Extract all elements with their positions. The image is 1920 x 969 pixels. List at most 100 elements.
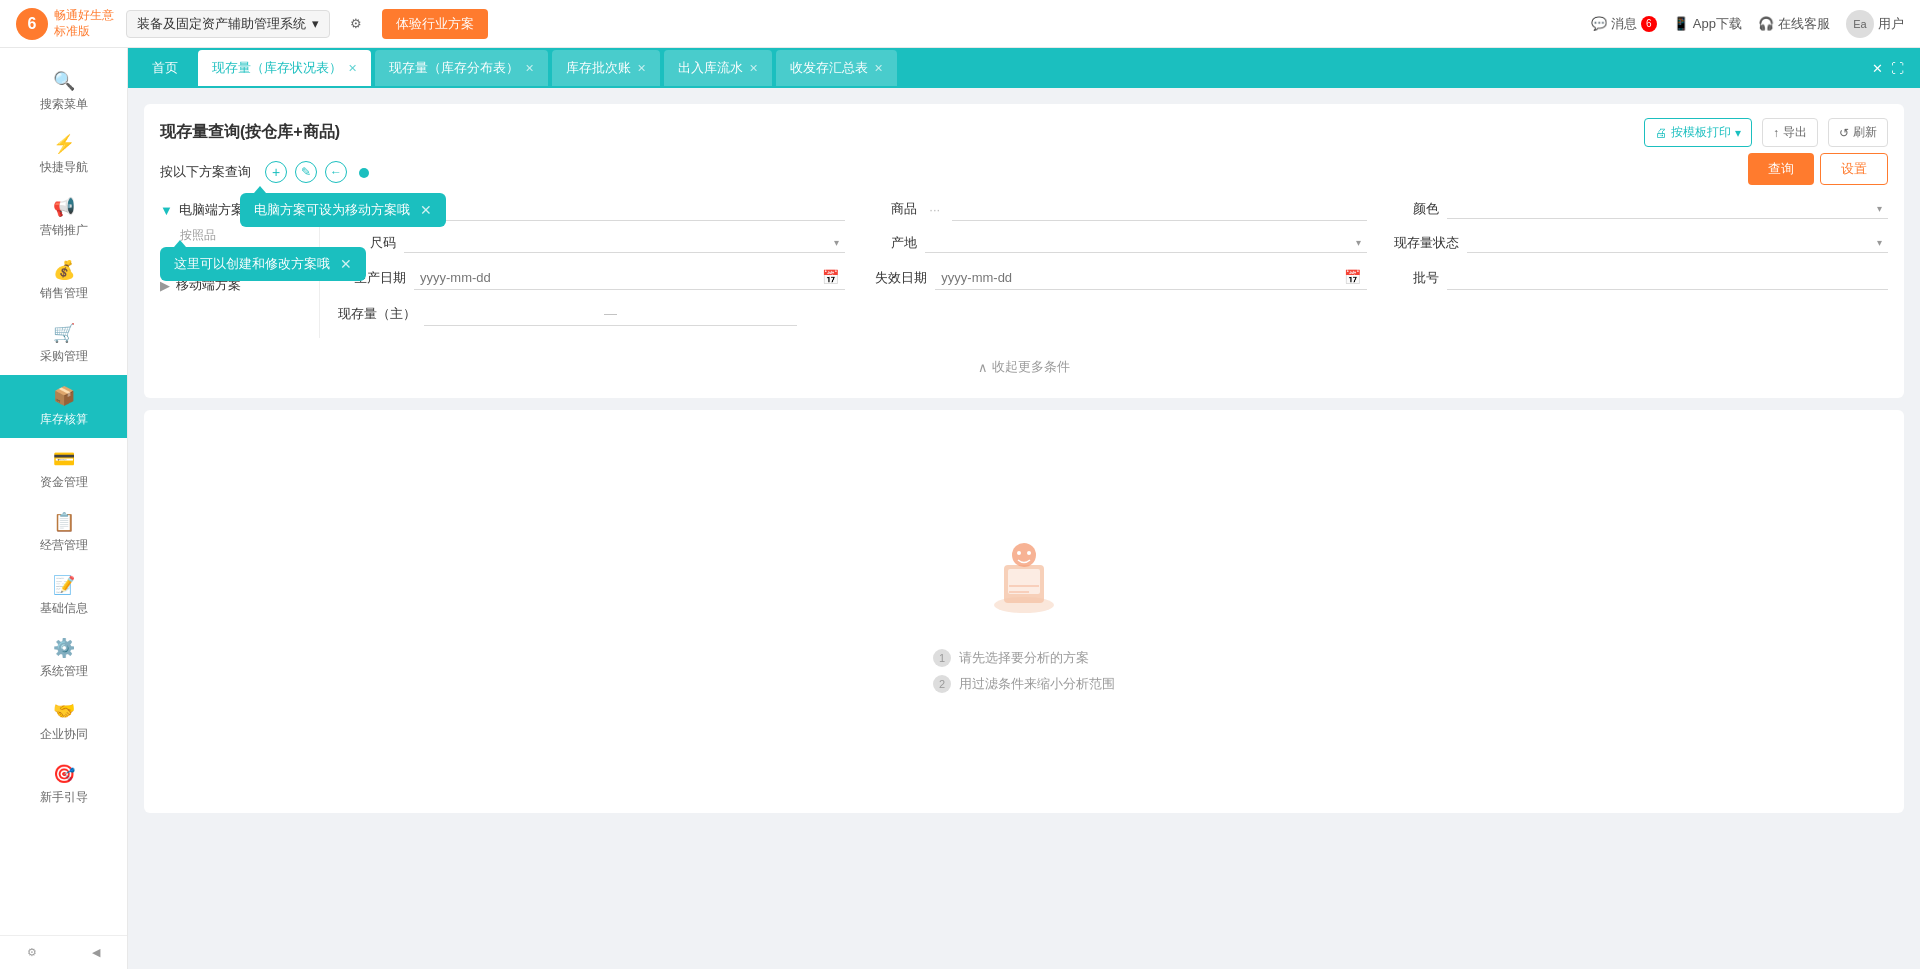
settings-bottom-icon: ⚙ — [27, 946, 37, 959]
sidebar-item-basic-info[interactable]: 📝 基础信息 — [0, 564, 127, 627]
online-support-item[interactable]: 🎧 在线客服 — [1758, 15, 1830, 33]
target-icon: 🎯 — [53, 763, 75, 785]
step-num-2: 2 — [933, 675, 951, 693]
stock-status-select[interactable]: ▾ — [1467, 233, 1888, 253]
sidebar-item-system[interactable]: ⚙️ 系统管理 — [0, 627, 127, 690]
stock-qty-range: — — [424, 302, 797, 326]
origin-select[interactable]: ▾ — [925, 233, 1366, 253]
main-content: 现存量查询(按仓库+商品) 🖨 按模板打印 ▾ ↑ 导出 — [128, 88, 1920, 969]
tab-close-icon[interactable]: ✕ — [637, 62, 646, 75]
top-bar-right: 💬 消息 6 📱 App下载 🎧 在线客服 Ea 用户 — [1591, 10, 1904, 38]
stock-qty-from[interactable] — [430, 306, 598, 321]
money-icon: 💰 — [53, 259, 75, 281]
filter-label: 按以下方案查询 — [160, 163, 251, 181]
filter-row-2: 尺码 ▾ 产地 ▾ — [336, 233, 1888, 253]
arrow-left-icon: ← — [330, 165, 342, 179]
tab-actions: ✕ ⛶ — [1872, 61, 1912, 76]
tab-close-all-icon[interactable]: ✕ — [1872, 61, 1883, 76]
expiry-date-input[interactable]: 📅 — [935, 265, 1366, 290]
phone-icon: 📱 — [1673, 16, 1689, 31]
dropdown-arrow-icon: ▾ — [1735, 126, 1741, 140]
filter-field-production-date: 生产日期 📅 — [336, 265, 845, 290]
print-icon: 🖨 — [1655, 126, 1667, 140]
sidebar-item-newbie[interactable]: 🎯 新手引导 — [0, 753, 127, 816]
top-bar-left: 6 畅通好生意 标准版 装备及固定资产辅助管理系统 ▾ ⚙ 体验行业方案 — [16, 8, 488, 40]
page-title-actions: 🖨 按模板打印 ▾ ↑ 导出 ↺ 刷新 — [1644, 118, 1888, 147]
message-item[interactable]: 💬 消息 6 — [1591, 15, 1657, 33]
avatar: Ea — [1846, 10, 1874, 38]
tab-close-icon[interactable]: ✕ — [348, 62, 357, 75]
batch-input[interactable] — [1447, 266, 1888, 290]
product-ellipsis[interactable]: ··· — [925, 202, 944, 217]
sidebar-collapse-btn[interactable]: ◀ — [92, 946, 100, 959]
empty-illustration — [974, 530, 1074, 633]
chevron-down-icon: ▾ — [312, 16, 319, 31]
empty-state-section: 1 请先选择要分析的方案 2 用过滤条件来缩小分析范围 — [144, 410, 1904, 813]
clipboard-icon: 📋 — [53, 511, 75, 533]
lightning-icon: ⚡ — [53, 133, 75, 155]
sidebar-item-marketing[interactable]: 📢 营销推广 — [0, 186, 127, 249]
template-print-button[interactable]: 🖨 按模板打印 ▾ — [1644, 118, 1752, 147]
expiry-date-from[interactable] — [941, 270, 1339, 285]
sidebar-item-inventory[interactable]: 📦 库存核算 — [0, 375, 127, 438]
color-select[interactable]: ▾ — [1447, 199, 1888, 219]
query-button[interactable]: 查询 — [1748, 153, 1814, 185]
sidebar-item-sales[interactable]: 💰 销售管理 — [0, 249, 127, 312]
expand-arrow-icon: ▼ — [160, 203, 173, 218]
tab-close-icon[interactable]: ✕ — [874, 62, 883, 75]
stock-qty-to[interactable] — [623, 306, 791, 321]
filter-field-batch: 批号 — [1379, 266, 1888, 290]
box-icon: 📦 — [53, 385, 75, 407]
chevron-down-stock-icon: ▾ — [1877, 237, 1882, 248]
filter-field-origin: 产地 ▾ — [857, 233, 1366, 253]
sidebar-item-search-menu[interactable]: 🔍 搜索菜单 — [0, 60, 127, 123]
filter-edit-button[interactable]: ✎ — [295, 161, 317, 183]
reset-button[interactable]: 设置 — [1820, 153, 1888, 185]
fullscreen-icon[interactable]: ⛶ — [1891, 61, 1904, 76]
handshake-icon: 🤝 — [53, 700, 75, 722]
production-date-input[interactable]: 📅 — [414, 265, 845, 290]
cart-icon: 🛒 — [53, 322, 75, 344]
tab-inventory-dist[interactable]: 现存量（库存分布表） ✕ — [375, 50, 548, 86]
chevron-up-icon: ∧ — [978, 360, 988, 375]
industry-button[interactable]: 体验行业方案 — [382, 9, 488, 39]
filter-add-button[interactable]: + — [265, 161, 287, 183]
sidebar-settings-btn[interactable]: ⚙ — [27, 946, 37, 959]
tab-close-icon[interactable]: ✕ — [525, 62, 534, 75]
settings-icon[interactable]: ⚙ — [342, 10, 370, 38]
sidebar-item-cooperation[interactable]: 🤝 企业协同 — [0, 690, 127, 753]
svg-point-4 — [1017, 551, 1021, 555]
tab-home[interactable]: 首页 — [136, 48, 194, 88]
tab-inout-flow[interactable]: 出入库流水 ✕ — [664, 50, 772, 86]
filter-section: 现存量查询(按仓库+商品) 🖨 按模板打印 ▾ ↑ 导出 — [144, 104, 1904, 398]
collapse-conditions-btn[interactable]: ∧ 收起更多条件 — [160, 350, 1888, 384]
refresh-button[interactable]: ↺ 刷新 — [1828, 118, 1888, 147]
calendar-icon-2[interactable]: 📅 — [1344, 269, 1361, 285]
filter-row-3: 生产日期 📅 失效日期 — [336, 265, 1888, 290]
size-select[interactable]: ▾ — [404, 233, 845, 253]
production-date-from[interactable] — [420, 270, 818, 285]
chevron-down-color-icon: ▾ — [1877, 203, 1882, 214]
sidebar-item-purchase[interactable]: 🛒 采购管理 — [0, 312, 127, 375]
filter-arrow-button[interactable]: ← — [325, 161, 347, 183]
sidebar-item-quick-nav[interactable]: ⚡ 快捷导航 — [0, 123, 127, 186]
export-button[interactable]: ↑ 导出 — [1762, 118, 1818, 147]
user-item[interactable]: Ea 用户 — [1846, 10, 1904, 38]
filter-row-1: 仓库 ··· 商品 ··· 颜色 — [336, 197, 1888, 221]
headset-icon: 🎧 — [1758, 16, 1774, 31]
sidebar-item-operation[interactable]: 📋 经营管理 — [0, 501, 127, 564]
empty-step-2: 2 用过滤条件来缩小分析范围 — [933, 675, 1115, 693]
tab-collect-summary[interactable]: 收发存汇总表 ✕ — [776, 50, 897, 86]
filter-field-expiry-date: 失效日期 📅 — [857, 265, 1366, 290]
tab-close-icon[interactable]: ✕ — [749, 62, 758, 75]
system-selector[interactable]: 装备及固定资产辅助管理系统 ▾ — [126, 10, 330, 38]
popup-close-1[interactable]: ✕ — [420, 202, 432, 218]
tab-batch-account[interactable]: 库存批次账 ✕ — [552, 50, 660, 86]
tab-inventory-status[interactable]: 现存量（库存状况表） ✕ — [198, 50, 371, 86]
sidebar-nav: 🔍 搜索菜单 ⚡ 快捷导航 📢 营销推广 💰 销售管理 🛒 采购管理 — [0, 48, 127, 828]
sidebar-item-finance[interactable]: 💳 资金管理 — [0, 438, 127, 501]
app-download-item[interactable]: 📱 App下载 — [1673, 15, 1742, 33]
popup-close-2[interactable]: ✕ — [340, 256, 352, 272]
calendar-icon-1[interactable]: 📅 — [822, 269, 839, 285]
top-bar: 6 畅通好生意 标准版 装备及固定资产辅助管理系统 ▾ ⚙ 体验行业方案 💬 消… — [0, 0, 1920, 48]
